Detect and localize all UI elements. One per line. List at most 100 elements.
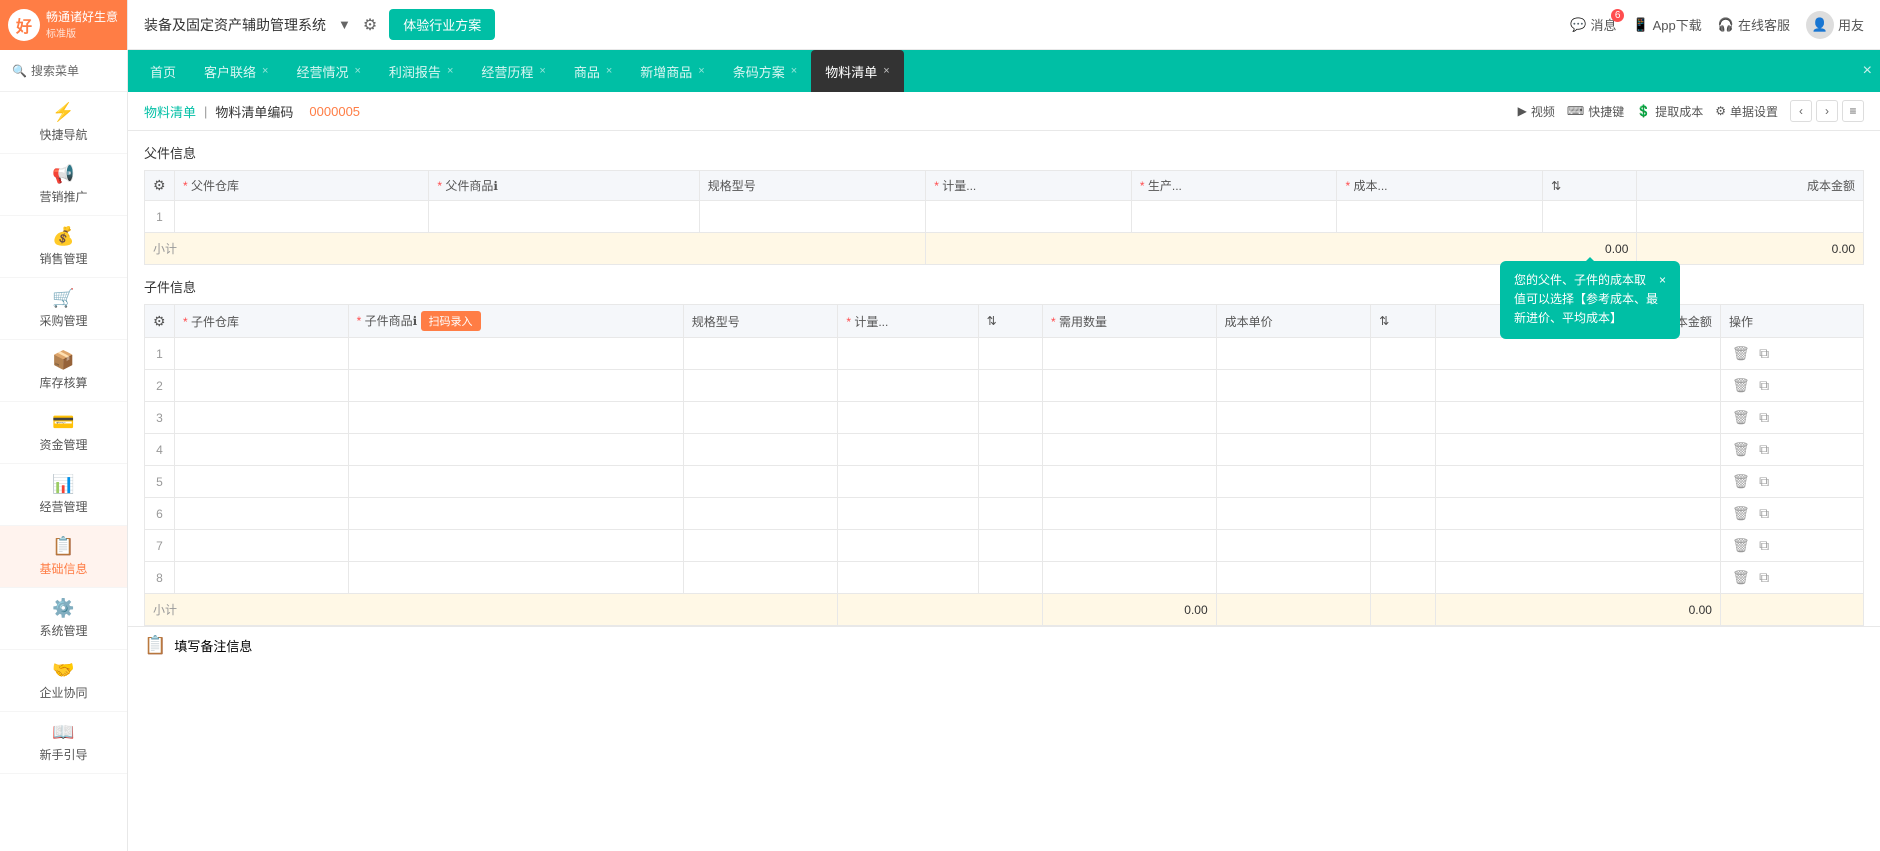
sidebar-item-operations[interactable]: 📊 经营管理 [0,464,127,526]
menu-arrow[interactable]: ≡ [1842,100,1864,122]
child-cell-quantity-4[interactable] [1043,434,1217,466]
parent-cell-product-1[interactable] [429,201,699,233]
tab-barcode-close[interactable]: × [791,65,797,77]
tab-profit[interactable]: 利润报告 × [375,50,467,92]
delete-icon-5[interactable]: 🗑 [1732,473,1750,489]
sidebar-item-sales[interactable]: 💰 销售管理 [0,216,127,278]
child-cell-product-5[interactable] [348,466,683,498]
tab-customer-close[interactable]: × [262,65,268,77]
child-col-gear[interactable]: ⚙ [145,305,175,338]
child-cell-unit-6[interactable] [838,498,978,530]
delete-icon-3[interactable]: 🗑 [1732,409,1750,425]
tab-new-goods[interactable]: 新增商品 × [626,50,718,92]
child-cell-product-4[interactable] [348,434,683,466]
sidebar-item-marketing[interactable]: 📢 营销推广 [0,154,127,216]
child-cell-spec-6[interactable] [683,498,838,530]
parent-cell-unit-1[interactable] [926,201,1132,233]
parent-cell-warehouse-1[interactable] [175,201,429,233]
trial-button[interactable]: 体验行业方案 [389,9,495,40]
copy-icon-5[interactable]: ⧉ [1759,473,1769,489]
sidebar-item-quick-nav[interactable]: ⚡ 快捷导航 [0,92,127,154]
child-cell-unit-4[interactable] [838,434,978,466]
copy-icon-7[interactable]: ⧉ [1759,537,1769,553]
close-all-tabs[interactable]: × [1863,62,1872,80]
tab-history-close[interactable]: × [539,65,545,77]
child-cell-unit-7[interactable] [838,530,978,562]
sidebar-item-finance[interactable]: 💳 资金管理 [0,402,127,464]
child-cell-warehouse-3[interactable] [175,402,349,434]
child-cell-unit-5[interactable] [838,466,978,498]
tab-bom[interactable]: 物料清单 × [811,50,903,92]
system-dropdown-icon[interactable]: ▼ [338,17,351,32]
copy-icon-1[interactable]: ⧉ [1759,345,1769,361]
tooltip-close-btn[interactable]: × [1659,271,1666,290]
child-cell-warehouse-8[interactable] [175,562,349,594]
child-cell-product-1[interactable] [348,338,683,370]
child-cell-unitcost-4[interactable] [1216,434,1371,466]
child-cell-spec-5[interactable] [683,466,838,498]
child-cell-unit-1[interactable] [838,338,978,370]
settings-gear-icon[interactable]: ⚙ [363,15,377,35]
next-arrow[interactable]: › [1816,100,1838,122]
copy-icon-4[interactable]: ⧉ [1759,441,1769,457]
sidebar-item-purchase[interactable]: 🛒 采购管理 [0,278,127,340]
child-cell-quantity-6[interactable] [1043,498,1217,530]
breadcrumb-list[interactable]: 物料清单 [144,102,196,121]
tab-goods[interactable]: 商品 × [560,50,626,92]
child-cell-unitcost-8[interactable] [1216,562,1371,594]
delete-icon-2[interactable]: 🗑 [1732,377,1750,393]
delete-icon-1[interactable]: 🗑 [1732,345,1750,361]
child-cell-warehouse-4[interactable] [175,434,349,466]
parent-cell-production-1[interactable] [1131,201,1337,233]
child-cell-product-8[interactable] [348,562,683,594]
child-cell-product-3[interactable] [348,402,683,434]
tab-barcode[interactable]: 条码方案 × [719,50,811,92]
child-cell-quantity-7[interactable] [1043,530,1217,562]
child-cell-unitcost-2[interactable] [1216,370,1371,402]
tab-home[interactable]: 首页 [136,50,190,92]
child-cell-product-6[interactable] [348,498,683,530]
child-cell-spec-8[interactable] [683,562,838,594]
child-cell-unitcost-1[interactable] [1216,338,1371,370]
tab-operations-close[interactable]: × [354,65,360,77]
prev-arrow[interactable]: ‹ [1790,100,1812,122]
delete-icon-7[interactable]: 🗑 [1732,537,1750,553]
child-cell-warehouse-1[interactable] [175,338,349,370]
child-cell-product-2[interactable] [348,370,683,402]
child-cell-quantity-3[interactable] [1043,402,1217,434]
tab-goods-close[interactable]: × [606,65,612,77]
child-cell-quantity-1[interactable] [1043,338,1217,370]
tab-history[interactable]: 经营历程 × [467,50,559,92]
copy-icon-3[interactable]: ⧉ [1759,409,1769,425]
search-menu-btn[interactable]: 🔍 搜索菜单 [8,58,119,83]
user-avatar[interactable]: 👤 用友 [1806,11,1864,39]
tab-operations[interactable]: 经营情况 × [282,50,374,92]
shortcut-btn[interactable]: ⌨ 快捷键 [1567,103,1624,120]
sidebar-item-guide[interactable]: 📖 新手引导 [0,712,127,774]
child-cell-spec-3[interactable] [683,402,838,434]
child-cell-quantity-8[interactable] [1043,562,1217,594]
child-cell-unitcost-3[interactable] [1216,402,1371,434]
child-cell-warehouse-6[interactable] [175,498,349,530]
child-cell-warehouse-5[interactable] [175,466,349,498]
copy-icon-6[interactable]: ⧉ [1759,505,1769,521]
child-cell-unitcost-7[interactable] [1216,530,1371,562]
scan-btn[interactable]: 扫码录入 [421,311,481,331]
child-cell-product-7[interactable] [348,530,683,562]
child-cell-unitcost-5[interactable] [1216,466,1371,498]
copy-icon-8[interactable]: ⧉ [1759,569,1769,585]
child-cell-unit-3[interactable] [838,402,978,434]
sidebar-item-basic-info[interactable]: 📋 基础信息 [0,526,127,588]
child-cell-unit-2[interactable] [838,370,978,402]
settings-btn[interactable]: ⚙ 单据设置 [1715,103,1778,120]
child-cell-unitcost-6[interactable] [1216,498,1371,530]
view-btn[interactable]: ▶ 视频 [1518,103,1555,120]
child-cell-quantity-2[interactable] [1043,370,1217,402]
copy-icon-2[interactable]: ⧉ [1759,377,1769,393]
child-cell-spec-2[interactable] [683,370,838,402]
tab-profit-close[interactable]: × [447,65,453,77]
parent-cell-spec-1[interactable] [699,201,926,233]
messages-btn[interactable]: 💬 消息 6 [1570,15,1616,34]
child-cell-spec-4[interactable] [683,434,838,466]
child-cell-spec-1[interactable] [683,338,838,370]
